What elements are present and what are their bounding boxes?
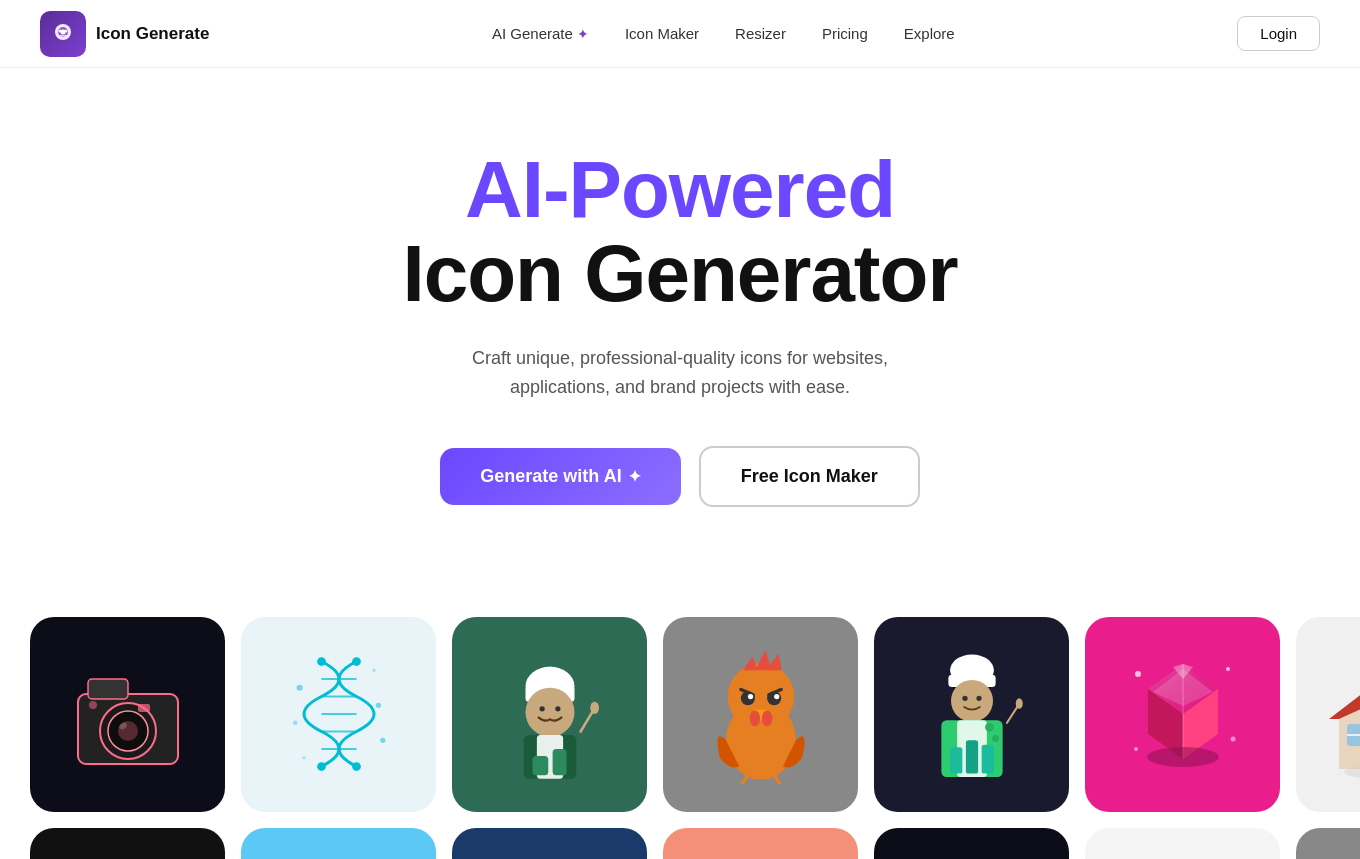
gallery-row-2 xyxy=(0,828,1360,859)
svg-point-21 xyxy=(352,657,361,666)
gallery-item-crystal xyxy=(1085,617,1280,812)
svg-point-14 xyxy=(89,701,97,709)
svg-point-55 xyxy=(962,696,967,701)
svg-point-56 xyxy=(976,696,981,701)
gallery-item-r2-3 xyxy=(452,828,647,859)
svg-point-28 xyxy=(302,756,306,760)
svg-point-33 xyxy=(525,688,574,737)
svg-line-50 xyxy=(739,775,748,784)
gallery-section xyxy=(0,617,1360,859)
svg-point-47 xyxy=(774,694,779,699)
svg-line-51 xyxy=(774,775,783,784)
free-icon-maker-button[interactable]: Free Icon Maker xyxy=(699,446,920,507)
svg-point-72 xyxy=(1134,747,1138,751)
svg-point-23 xyxy=(352,762,361,771)
chef-green-icon-svg xyxy=(907,644,1037,784)
svg-rect-61 xyxy=(950,747,962,773)
svg-point-54 xyxy=(951,680,993,722)
svg-point-46 xyxy=(747,694,752,699)
svg-point-29 xyxy=(372,669,376,673)
hero-subtitle: Craft unique, professional-quality icons… xyxy=(472,344,888,402)
chef-dark-icon-svg xyxy=(485,644,615,784)
nav-link-pricing[interactable]: Pricing xyxy=(822,25,868,42)
svg-point-68 xyxy=(1147,747,1219,767)
svg-point-26 xyxy=(293,721,297,725)
svg-point-48 xyxy=(749,711,760,727)
gallery-item-chef-green xyxy=(874,617,1069,812)
hero-buttons: Generate with AI ✦ Free Icon Maker xyxy=(440,446,919,507)
svg-rect-63 xyxy=(981,745,993,774)
logo-svg xyxy=(47,18,79,50)
sparkle-btn-icon: ✦ xyxy=(628,467,641,486)
svg-point-71 xyxy=(1230,737,1235,742)
house-icon-svg xyxy=(1319,639,1361,789)
svg-point-25 xyxy=(375,703,380,708)
gallery-item-r2-7 xyxy=(1296,828,1360,859)
camera-icon-svg xyxy=(63,649,193,779)
svg-point-45 xyxy=(767,691,781,705)
sparkle-icon: ✦ xyxy=(577,26,589,42)
svg-point-65 xyxy=(1015,698,1022,709)
hero-section: AI-Powered Icon Generator Craft unique, … xyxy=(0,68,1360,547)
svg-point-22 xyxy=(317,762,326,771)
svg-point-35 xyxy=(555,706,560,711)
nav-link-ai-generate[interactable]: AI Generate ✦ xyxy=(492,25,589,42)
svg-rect-39 xyxy=(552,749,566,775)
nav-item-ai-generate[interactable]: AI Generate ✦ xyxy=(492,25,589,42)
svg-point-69 xyxy=(1135,671,1141,677)
nav-links: AI Generate ✦ Icon Maker Resizer Pricing… xyxy=(492,25,955,43)
dna-icon-svg xyxy=(279,644,399,784)
svg-line-64 xyxy=(1007,705,1018,723)
nav-item-pricing[interactable]: Pricing xyxy=(822,25,868,43)
gallery-item-dna xyxy=(241,617,436,812)
nav-link-icon-maker[interactable]: Icon Maker xyxy=(625,25,699,42)
gallery-item-chicken xyxy=(663,617,858,812)
gallery-row-1 xyxy=(0,617,1360,812)
generate-with-ai-button[interactable]: Generate with AI ✦ xyxy=(440,448,680,505)
svg-point-59 xyxy=(985,723,994,732)
svg-point-32 xyxy=(534,667,566,692)
logo-text: Icon Generate xyxy=(96,24,209,44)
svg-rect-38 xyxy=(532,756,548,775)
svg-point-4 xyxy=(59,29,62,32)
gallery-item-r2-1 xyxy=(30,828,225,859)
gallery-item-r2-2 xyxy=(241,828,436,859)
svg-point-34 xyxy=(539,706,544,711)
svg-rect-6 xyxy=(59,35,67,37)
svg-point-49 xyxy=(761,711,772,727)
svg-point-27 xyxy=(380,738,385,743)
svg-rect-13 xyxy=(138,704,150,712)
svg-point-41 xyxy=(590,702,599,714)
gallery-item-house xyxy=(1296,617,1360,812)
svg-point-5 xyxy=(65,29,68,32)
svg-point-24 xyxy=(296,685,302,691)
gallery-item-r2-4 xyxy=(663,828,858,859)
nav-link-resizer[interactable]: Resizer xyxy=(735,25,786,42)
gallery-item-camera xyxy=(30,617,225,812)
logo-icon xyxy=(40,11,86,57)
gallery-item-chef-dark xyxy=(452,617,647,812)
nav-item-explore[interactable]: Explore xyxy=(904,25,955,43)
svg-point-70 xyxy=(1226,667,1230,671)
login-button[interactable]: Login xyxy=(1237,16,1320,51)
hero-title-ai: AI-Powered xyxy=(402,148,957,232)
nav-item-icon-maker[interactable]: Icon Maker xyxy=(625,25,699,43)
crystal-icon-svg xyxy=(1118,649,1248,779)
gallery-item-r2-6 xyxy=(1085,828,1280,859)
nav-item-resizer[interactable]: Resizer xyxy=(735,25,786,43)
svg-line-40 xyxy=(580,710,593,732)
navbar: Icon Generate AI Generate ✦ Icon Maker R… xyxy=(0,0,1360,68)
svg-point-60 xyxy=(992,735,999,742)
chicken-icon-svg xyxy=(696,644,826,784)
nav-link-explore[interactable]: Explore xyxy=(904,25,955,42)
svg-point-20 xyxy=(317,657,326,666)
hero-title: AI-Powered Icon Generator xyxy=(402,148,957,316)
svg-rect-8 xyxy=(88,679,128,699)
svg-rect-62 xyxy=(965,740,977,773)
logo-link[interactable]: Icon Generate xyxy=(40,11,209,57)
gallery-item-r2-5 xyxy=(874,828,1069,859)
hero-title-main: Icon Generator xyxy=(402,232,957,316)
svg-point-44 xyxy=(740,691,754,705)
